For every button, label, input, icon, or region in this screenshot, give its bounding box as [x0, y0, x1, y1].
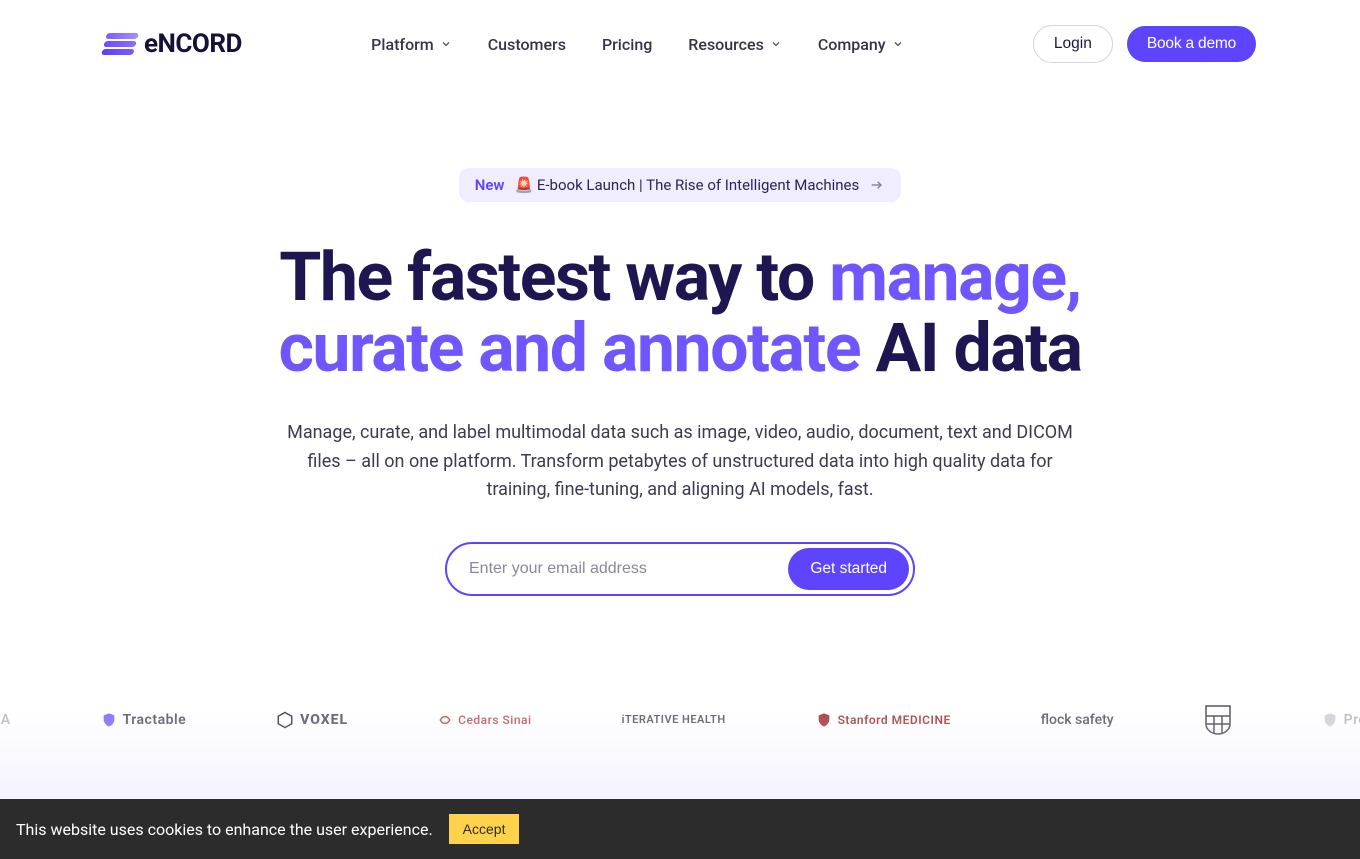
brand-logo[interactable]: eNCORD	[104, 28, 242, 60]
customer-logo-voxel: VOXEL	[276, 711, 348, 729]
book-demo-button[interactable]: Book a demo	[1127, 26, 1256, 62]
brand-logo-text: eNCORD	[144, 29, 242, 59]
cookie-accept-button[interactable]: Accept	[449, 814, 520, 844]
customer-logo-iterative: iTERATIVE HEALTH	[622, 714, 726, 725]
hexagon-icon	[276, 711, 294, 729]
chevron-down-icon	[770, 38, 782, 50]
primary-nav: Platform Customers Pricing Resources Com…	[371, 35, 903, 54]
hero-section: New 🚨 E-book Launch | The Rise of Intell…	[0, 72, 1360, 596]
announcement-text: 🚨 E-book Launch | The Rise of Intelligen…	[514, 176, 859, 194]
swirl-icon	[438, 713, 452, 727]
nav-item-label: Customers	[488, 35, 566, 54]
nav-item-label: Platform	[371, 35, 434, 54]
customer-logo-text: iTERATIVE HEALTH	[622, 714, 726, 725]
customer-logo-philips	[1204, 704, 1232, 736]
customer-logo-text: Tractable	[123, 712, 187, 728]
nav-item-customers[interactable]: Customers	[488, 35, 566, 54]
shield-icon	[1322, 712, 1338, 728]
customer-logo-text: VOXEL	[300, 712, 348, 728]
customer-logo-text: Protex AI	[1344, 712, 1360, 728]
nav-item-company[interactable]: Company	[818, 35, 904, 54]
hero-headline-post: AI data	[860, 308, 1081, 388]
customer-logo-text: Cedars Sinai	[458, 713, 531, 727]
chevron-down-icon	[892, 38, 904, 50]
announcement-tag: New	[475, 176, 505, 194]
login-button[interactable]: Login	[1033, 25, 1113, 63]
shield-icon	[816, 712, 832, 728]
get-started-button[interactable]: Get started	[788, 548, 909, 590]
hero-headline-pre: The fastest way to	[279, 237, 829, 317]
customer-logo-flock-safety: flock safety	[1041, 712, 1114, 728]
customer-logo-strip: ZOOPLA Tractable VOXEL Cedars Sinai iTER…	[0, 704, 1360, 736]
customer-logo-tractable: Tractable	[101, 712, 187, 728]
announcement-badge[interactable]: New 🚨 E-book Launch | The Rise of Intell…	[459, 168, 902, 202]
nav-item-label: Company	[818, 35, 886, 54]
nav-item-platform[interactable]: Platform	[371, 35, 452, 54]
customer-logo-zoopla: ZOOPLA	[0, 712, 11, 728]
customer-logo-cedars-sinai: Cedars Sinai	[438, 713, 531, 727]
customer-logo-protex: Protex AI	[1322, 712, 1360, 728]
navbar: eNCORD Platform Customers Pricing Resour…	[0, 0, 1360, 72]
philips-shield-icon	[1204, 704, 1232, 736]
cookie-text: This website uses cookies to enhance the…	[16, 820, 433, 839]
nav-actions: Login Book a demo	[1033, 25, 1256, 63]
brand-logo-mark	[100, 28, 141, 60]
hero-subtitle: Manage, curate, and label multimodal dat…	[285, 419, 1075, 503]
customer-logo-text: ZOOPLA	[0, 712, 11, 728]
email-signup-form: Get started	[445, 542, 915, 596]
shield-icon	[101, 712, 117, 728]
chevron-down-icon	[440, 38, 452, 50]
nav-item-label: Resources	[688, 35, 764, 54]
cookie-consent-bar: This website uses cookies to enhance the…	[0, 799, 1360, 859]
email-input[interactable]	[469, 560, 788, 578]
customer-logo-stanford: Stanford MEDICINE	[816, 712, 951, 728]
nav-item-pricing[interactable]: Pricing	[602, 35, 652, 54]
customer-logo-text: flock safety	[1041, 712, 1114, 728]
hero-headline: The fastest way to manage, curate and an…	[250, 242, 1110, 383]
arrow-right-icon	[869, 177, 885, 193]
customer-logo-text: Stanford MEDICINE	[838, 713, 951, 727]
nav-item-resources[interactable]: Resources	[688, 35, 782, 54]
nav-item-label: Pricing	[602, 35, 652, 54]
